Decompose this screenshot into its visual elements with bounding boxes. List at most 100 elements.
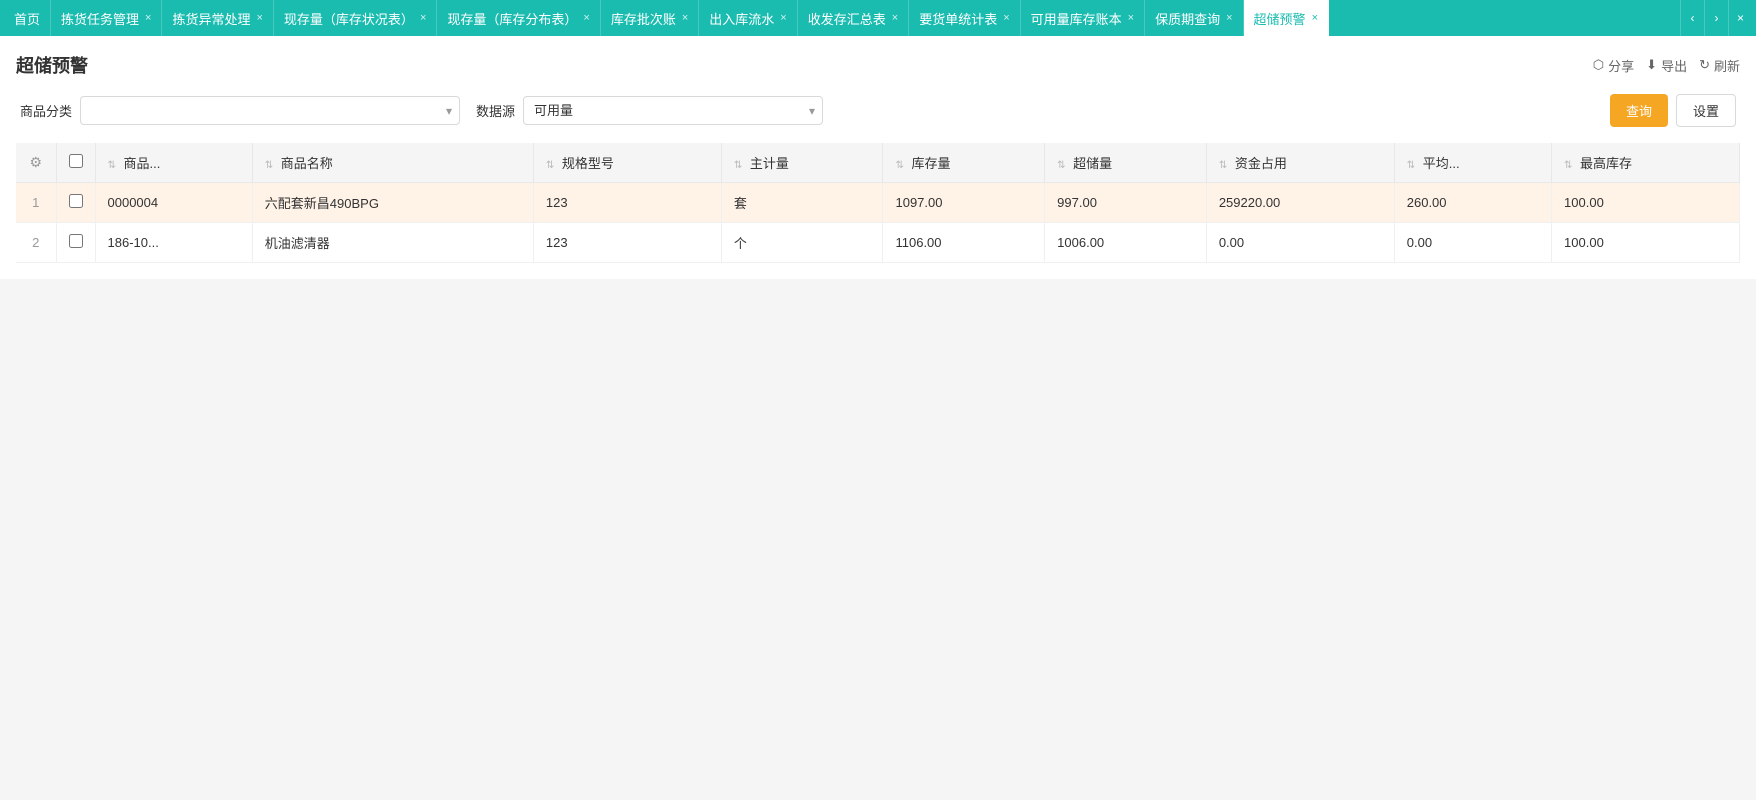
close-icon[interactable]: ×	[1128, 12, 1134, 24]
th-product-code: ⇅ 商品...	[95, 143, 252, 183]
row-spec: 123	[533, 223, 721, 263]
row-avg: 260.00	[1394, 183, 1551, 223]
datasource-select[interactable]: 可用量	[523, 96, 823, 125]
top-navigation: 首页 拣货任务管理 × 拣货异常处理 × 现存量（库存状况表） × 现存量（库存…	[0, 0, 1756, 36]
table-body: 1 0000004 六配套新昌490BPG 123 套 1097.00 997.…	[16, 183, 1740, 263]
share-button[interactable]: ⬡ 分享	[1593, 56, 1634, 75]
data-table: ⚙ ⇅ 商品... ⇅ 商品名称 ⇅ 规格型号 ⇅	[16, 143, 1740, 263]
sort-icon[interactable]: ⇅	[1407, 160, 1415, 171]
sort-icon[interactable]: ⇅	[1057, 160, 1065, 171]
row-product-name: 六配套新昌490BPG	[252, 183, 533, 223]
close-icon[interactable]: ×	[1003, 12, 1009, 24]
th-overflow: ⇅ 超储量	[1045, 143, 1207, 183]
nav-item-available[interactable]: 可用量库存账本 ×	[1021, 0, 1145, 36]
nav-item-expiry[interactable]: 保质期查询 ×	[1145, 0, 1243, 36]
th-gear: ⚙	[16, 143, 56, 183]
datasource-label: 数据源	[476, 101, 515, 120]
sort-icon[interactable]: ⇅	[734, 160, 742, 171]
row-overflow: 1006.00	[1045, 223, 1207, 263]
close-icon[interactable]: ×	[1226, 12, 1232, 24]
sort-icon[interactable]: ⇅	[265, 160, 273, 171]
nav-item-home[interactable]: 首页	[4, 0, 51, 36]
close-icon[interactable]: ×	[145, 12, 151, 24]
th-product-name: ⇅ 商品名称	[252, 143, 533, 183]
category-label: 商品分类	[20, 101, 72, 120]
category-select[interactable]	[80, 96, 460, 125]
page-header: 超储预警 ⬡ 分享 ⬇ 导出 ↻ 刷新	[16, 52, 1740, 78]
filter-bar: 商品分类 ▾ 数据源 可用量 ▾ 查询 设置	[16, 94, 1740, 127]
close-icon[interactable]: ×	[583, 12, 589, 24]
nav-item-stock-status[interactable]: 现存量（库存状况表） ×	[274, 0, 437, 36]
datasource-filter: 数据源 可用量 ▾	[476, 96, 823, 125]
sort-icon[interactable]: ⇅	[895, 160, 903, 171]
row-product-name: 机油滤清器	[252, 223, 533, 263]
close-icon[interactable]: ×	[420, 12, 426, 24]
close-icon[interactable]: ×	[780, 12, 786, 24]
th-avg: ⇅ 平均...	[1394, 143, 1551, 183]
row-index: 1	[16, 183, 56, 223]
row-overflow: 997.00	[1045, 183, 1207, 223]
gear-icon[interactable]: ⚙	[29, 154, 42, 170]
sort-icon[interactable]: ⇅	[1219, 160, 1227, 171]
row-capital: 259220.00	[1206, 183, 1394, 223]
close-icon[interactable]: ×	[682, 12, 688, 24]
row-max-stock: 100.00	[1552, 223, 1740, 263]
th-max-stock: ⇅ 最高库存	[1552, 143, 1740, 183]
nav-item-overstock[interactable]: 超储预警 ×	[1244, 0, 1329, 36]
nav-item-task[interactable]: 拣货任务管理 ×	[51, 0, 162, 36]
table-row: 1 0000004 六配套新昌490BPG 123 套 1097.00 997.…	[16, 183, 1740, 223]
nav-close-arrow[interactable]: ×	[1728, 0, 1752, 36]
row-max-stock: 100.00	[1552, 183, 1740, 223]
nav-item-batch[interactable]: 库存批次账 ×	[601, 0, 699, 36]
sort-icon[interactable]: ⇅	[108, 160, 116, 171]
row-unit: 套	[721, 183, 883, 223]
datasource-select-wrapper: 可用量 ▾	[523, 96, 823, 125]
filter-actions: 查询 设置	[1610, 94, 1736, 127]
row-spec: 123	[533, 183, 721, 223]
nav-item-demand[interactable]: 要货单统计表 ×	[909, 0, 1020, 36]
table-header: ⚙ ⇅ 商品... ⇅ 商品名称 ⇅ 规格型号 ⇅	[16, 143, 1740, 183]
th-spec: ⇅ 规格型号	[533, 143, 721, 183]
sort-icon[interactable]: ⇅	[1564, 160, 1572, 171]
row-checkbox-cell	[56, 183, 95, 223]
row-stock: 1106.00	[883, 223, 1045, 263]
row-checkbox[interactable]	[69, 194, 83, 208]
category-filter: 商品分类 ▾	[20, 96, 460, 125]
row-stock: 1097.00	[883, 183, 1045, 223]
nav-item-abnormal[interactable]: 拣货异常处理 ×	[162, 0, 273, 36]
row-checkbox[interactable]	[69, 234, 83, 248]
table-row: 2 186-10... 机油滤清器 123 个 1106.00 1006.00 …	[16, 223, 1740, 263]
close-icon[interactable]: ×	[1312, 12, 1318, 24]
settings-button[interactable]: 设置	[1676, 94, 1736, 127]
nav-item-stock-dist[interactable]: 现存量（库存分布表） ×	[437, 0, 600, 36]
th-checkbox	[56, 143, 95, 183]
page-container: 超储预警 ⬡ 分享 ⬇ 导出 ↻ 刷新 商品分类 ▾	[0, 36, 1756, 279]
select-all-checkbox[interactable]	[69, 154, 83, 168]
page-title: 超储预警	[16, 52, 88, 78]
export-button[interactable]: ⬇ 导出	[1646, 56, 1687, 75]
row-index: 2	[16, 223, 56, 263]
refresh-button[interactable]: ↻ 刷新	[1699, 56, 1740, 75]
export-icon: ⬇	[1646, 57, 1657, 73]
nav-arrows: ‹ › ×	[1680, 0, 1752, 36]
th-capital: ⇅ 资金占用	[1206, 143, 1394, 183]
nav-item-summary[interactable]: 收发存汇总表 ×	[798, 0, 909, 36]
row-capital: 0.00	[1206, 223, 1394, 263]
query-button[interactable]: 查询	[1610, 94, 1668, 127]
sort-icon[interactable]: ⇅	[546, 160, 554, 171]
refresh-icon: ↻	[1699, 57, 1710, 73]
nav-right-arrow[interactable]: ›	[1704, 0, 1728, 36]
close-icon[interactable]: ×	[892, 12, 898, 24]
header-actions: ⬡ 分享 ⬇ 导出 ↻ 刷新	[1593, 56, 1740, 75]
close-icon[interactable]: ×	[256, 12, 262, 24]
nav-item-inout[interactable]: 出入库流水 ×	[699, 0, 797, 36]
category-select-wrapper: ▾	[80, 96, 460, 125]
th-stock: ⇅ 库存量	[883, 143, 1045, 183]
row-unit: 个	[721, 223, 883, 263]
row-product-code: 186-10...	[95, 223, 252, 263]
share-icon: ⬡	[1593, 57, 1604, 73]
row-product-code: 0000004	[95, 183, 252, 223]
row-checkbox-cell	[56, 223, 95, 263]
row-avg: 0.00	[1394, 223, 1551, 263]
nav-left-arrow[interactable]: ‹	[1680, 0, 1704, 36]
